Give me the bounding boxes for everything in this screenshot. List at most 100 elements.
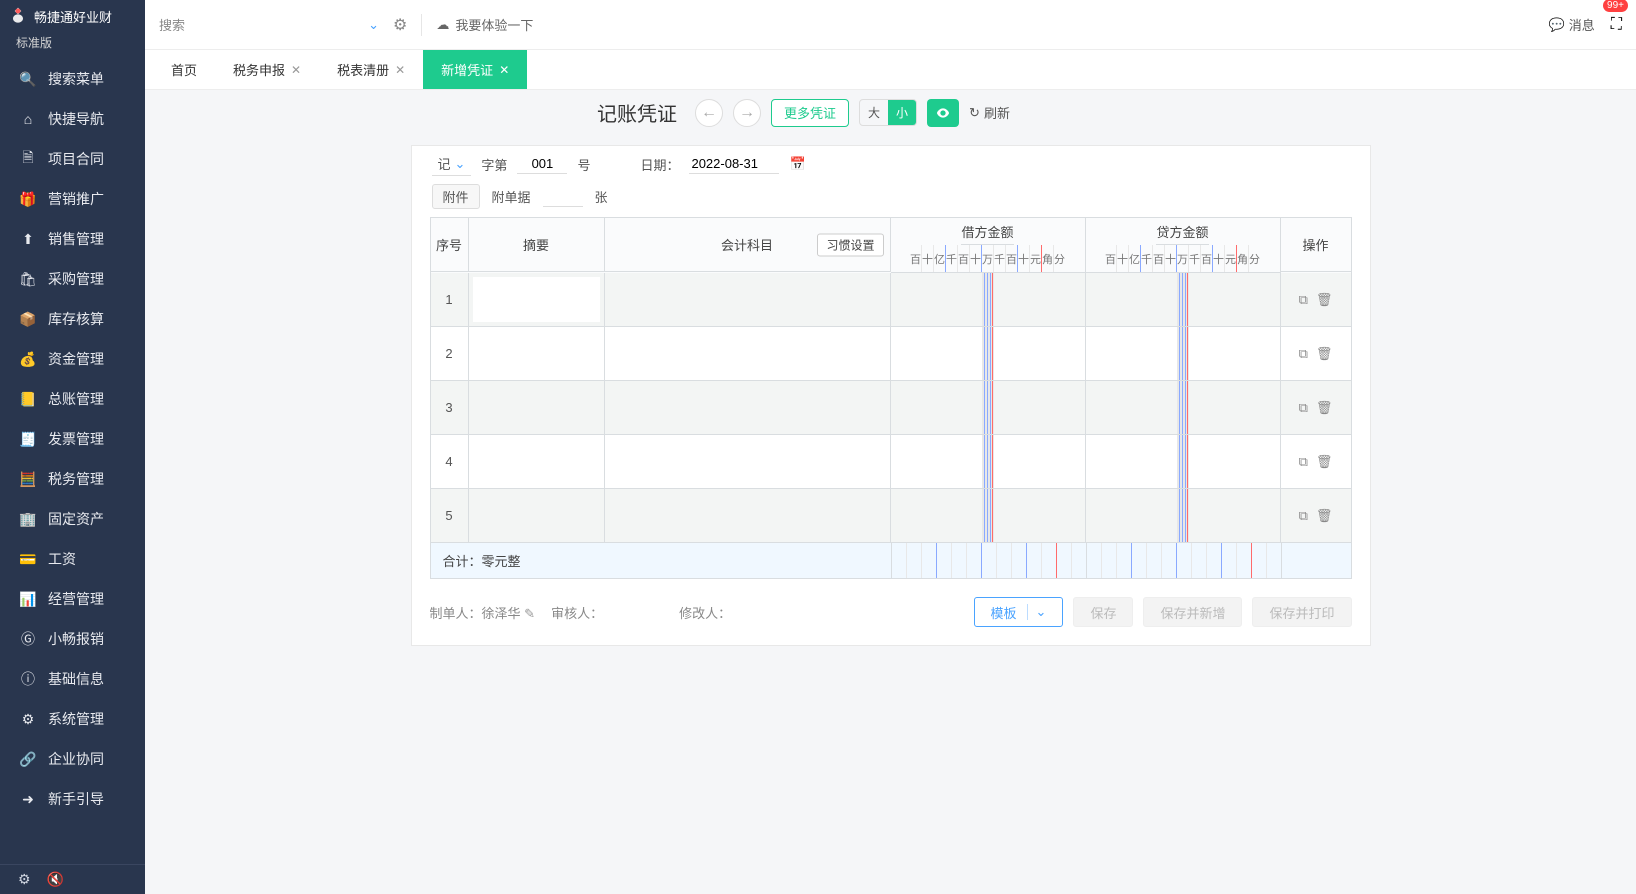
- refresh-button[interactable]: ↻ 刷新: [969, 103, 1010, 122]
- subject-cell[interactable]: [605, 327, 891, 380]
- save-add-button[interactable]: 保存并新增: [1143, 597, 1242, 627]
- save-button[interactable]: 保存: [1073, 597, 1133, 627]
- calendar-icon[interactable]: 📅: [789, 156, 805, 172]
- salary-icon: 💳: [20, 551, 36, 567]
- summary-cell: [469, 327, 605, 380]
- template-button[interactable]: 模板 ⌄: [974, 597, 1064, 627]
- voucher-number-input[interactable]: [517, 154, 567, 174]
- sidebar-item-13[interactable]: 📊经营管理: [0, 579, 145, 619]
- voucher-toolbar: 记账凭证 ← → 更多凭证 大 小 ↻ 刷新: [145, 90, 1636, 135]
- th-op: 操作: [1281, 218, 1351, 272]
- sidebar-item-6[interactable]: 📦库存核算: [0, 299, 145, 339]
- tab-close-icon[interactable]: ✕: [499, 63, 509, 77]
- prev-voucher-button[interactable]: ←: [695, 99, 723, 127]
- sidebar-item-5[interactable]: 🛍采购管理: [0, 259, 145, 299]
- search-caret-icon: ⌄: [368, 17, 379, 33]
- subject-cell[interactable]: [605, 435, 891, 488]
- credit-cell[interactable]: [1086, 381, 1281, 434]
- sidebar-item-1[interactable]: ⌂快捷导航: [0, 99, 145, 139]
- debit-cell[interactable]: [891, 327, 1086, 380]
- sidebar-item-17[interactable]: 🔗企业协同: [0, 739, 145, 779]
- add-row-icon[interactable]: ⧉: [1299, 292, 1308, 308]
- sidebar-item-12[interactable]: 💳工资: [0, 539, 145, 579]
- summary-cell: [469, 273, 605, 326]
- more-voucher-button[interactable]: 更多凭证: [771, 99, 849, 127]
- edit-maker-icon[interactable]: ✎: [524, 606, 535, 621]
- tab-0[interactable]: 首页: [153, 50, 215, 89]
- summary-cell: [469, 381, 605, 434]
- tax-icon: 🧮: [20, 471, 36, 487]
- sidebar-item-3[interactable]: 🎁营销推广: [0, 179, 145, 219]
- sidebar-item-2[interactable]: 🗎项目合同: [0, 139, 145, 179]
- delete-row-icon[interactable]: 🗑: [1316, 454, 1333, 470]
- summary-input[interactable]: [473, 277, 600, 322]
- sidebar-item-18[interactable]: ➜新手引导: [0, 779, 145, 819]
- sidebar-item-14[interactable]: Ⓖ小畅报销: [0, 619, 145, 659]
- subject-cell[interactable]: [605, 489, 891, 542]
- add-row-icon[interactable]: ⧉: [1299, 508, 1308, 524]
- th-summary: 摘要: [469, 218, 605, 272]
- next-voucher-button[interactable]: →: [733, 99, 761, 127]
- message-link[interactable]: 💬 消息: [1549, 15, 1595, 34]
- sidebar-item-8[interactable]: 📒总账管理: [0, 379, 145, 419]
- subject-cell[interactable]: [605, 273, 891, 326]
- date-label: 日期：: [640, 155, 679, 174]
- sidebar-bottom: ⚙ 🔇: [0, 864, 145, 894]
- credit-cell[interactable]: [1086, 435, 1281, 488]
- delete-row-icon[interactable]: 🗑: [1316, 400, 1333, 416]
- expand-icon[interactable]: ⛶: [1611, 16, 1622, 34]
- habit-settings-button[interactable]: 习惯设置: [817, 233, 883, 256]
- tab-close-icon[interactable]: ✕: [395, 63, 405, 77]
- sidebar-item-7[interactable]: 💰资金管理: [0, 339, 145, 379]
- subject-cell[interactable]: [605, 381, 891, 434]
- tab-2[interactable]: 税表清册✕: [319, 50, 423, 89]
- view-toggle-button[interactable]: [927, 99, 959, 127]
- add-row-icon[interactable]: ⧉: [1299, 346, 1308, 362]
- digit-cell: 亿: [934, 245, 946, 272]
- debit-cell[interactable]: [891, 435, 1086, 488]
- meta-hao: 号: [577, 155, 590, 174]
- row-ops: ⧉🗑: [1281, 273, 1351, 326]
- gear-icon[interactable]: ⚙: [393, 15, 407, 35]
- save-print-button[interactable]: 保存并打印: [1252, 597, 1351, 627]
- sidebar-item-4[interactable]: ⬆销售管理: [0, 219, 145, 259]
- attach-button[interactable]: 附件: [432, 184, 480, 209]
- tab-bar: 首页税务申报✕税表清册✕新增凭证✕: [145, 50, 1636, 90]
- sidebar-item-11[interactable]: 🏢固定资产: [0, 499, 145, 539]
- size-small[interactable]: 小: [888, 100, 916, 125]
- date-input[interactable]: [689, 154, 779, 174]
- tab-close-icon[interactable]: ✕: [291, 63, 301, 77]
- sound-icon[interactable]: 🔇: [47, 871, 64, 888]
- voucher-meta: 记 ⌄ 字第 号 日期： 📅: [412, 146, 1370, 176]
- sidebar-item-9[interactable]: 🧾发票管理: [0, 419, 145, 459]
- size-big[interactable]: 大: [860, 100, 888, 125]
- add-row-icon[interactable]: ⧉: [1299, 454, 1308, 470]
- global-search[interactable]: 搜索 ⌄: [159, 11, 379, 39]
- attach-count-input[interactable]: [543, 187, 583, 207]
- th-index: 序号: [431, 218, 469, 272]
- digit-cell: 百: [1201, 245, 1213, 272]
- debit-cell[interactable]: [891, 273, 1086, 326]
- tab-1[interactable]: 税务申报✕: [215, 50, 319, 89]
- sidebar-item-0[interactable]: 🔍搜索菜单: [0, 59, 145, 99]
- sidebar-item-15[interactable]: ⓘ基础信息: [0, 659, 145, 699]
- credit-cell[interactable]: [1086, 489, 1281, 542]
- sidebar-item-16[interactable]: ⚙系统管理: [0, 699, 145, 739]
- credit-cell[interactable]: [1086, 273, 1281, 326]
- sidebar-item-label: 基础信息: [48, 669, 104, 689]
- credit-cell[interactable]: [1086, 327, 1281, 380]
- sidebar-item-label: 资金管理: [48, 349, 104, 369]
- voucher-type-select[interactable]: 记 ⌄: [432, 152, 472, 176]
- delete-row-icon[interactable]: 🗑: [1316, 346, 1333, 362]
- digit-cell: 十: [1165, 245, 1177, 272]
- delete-row-icon[interactable]: 🗑: [1316, 508, 1333, 524]
- refresh-icon: ↻: [969, 105, 980, 121]
- sidebar-item-10[interactable]: 🧮税务管理: [0, 459, 145, 499]
- add-row-icon[interactable]: ⧉: [1299, 400, 1308, 416]
- tab-3[interactable]: 新增凭证✕: [423, 50, 527, 89]
- debit-cell[interactable]: [891, 381, 1086, 434]
- settings-icon[interactable]: ⚙: [18, 871, 31, 888]
- debit-cell[interactable]: [891, 489, 1086, 542]
- tryit-link[interactable]: ☁ 我要体验一下: [436, 15, 533, 34]
- delete-row-icon[interactable]: 🗑: [1316, 292, 1333, 308]
